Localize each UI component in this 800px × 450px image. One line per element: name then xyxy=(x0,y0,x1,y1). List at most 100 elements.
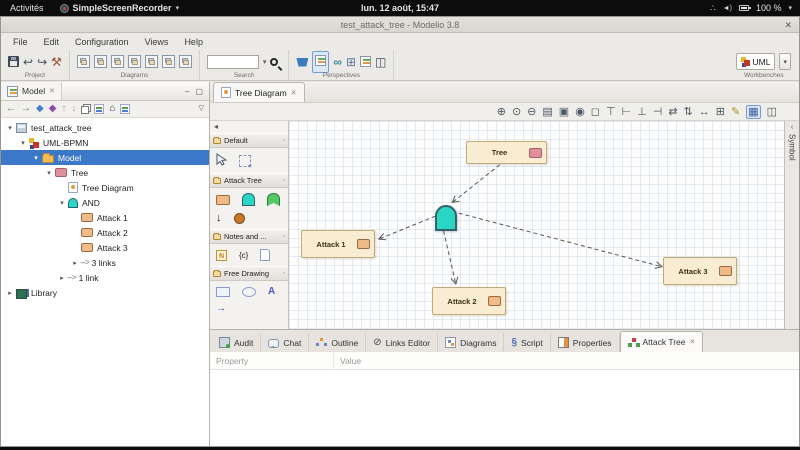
pin-icon[interactable]: ◦ xyxy=(283,233,285,240)
expander-icon[interactable]: ▾ xyxy=(57,199,67,207)
style-editor-icon[interactable]: ✎ xyxy=(731,106,740,118)
zoom-original-icon[interactable]: ⊙ xyxy=(512,106,521,118)
tab-properties[interactable]: Properties xyxy=(551,333,620,352)
menu-configuration[interactable]: Configuration xyxy=(67,37,137,47)
window-close-button[interactable]: ✕ xyxy=(784,17,792,33)
palette-section-attack-tree[interactable]: Attack Tree ◦ xyxy=(210,173,288,188)
attack-tool-icon[interactable] xyxy=(216,195,230,205)
search-history-caret-icon[interactable]: ▾ xyxy=(263,58,267,66)
node-tree[interactable]: Tree xyxy=(466,141,547,164)
zoom-out-icon[interactable]: ⊖ xyxy=(527,106,536,118)
previous-selection-button[interactable]: ◆ xyxy=(36,104,44,114)
window-perspective-icon[interactable]: ◫ xyxy=(375,55,386,69)
recorder-menu[interactable]: SimpleScreenRecorder ▾ xyxy=(60,3,180,13)
align-top-icon[interactable]: ⊤ xyxy=(606,106,616,118)
palette-section-notes[interactable]: Notes and ... ◦ xyxy=(210,229,288,244)
tree-item-tree-diagram[interactable]: Tree Diagram xyxy=(1,180,209,195)
link-with-editor-icon[interactable] xyxy=(94,104,104,114)
node-attack-1[interactable]: Attack 1 xyxy=(301,230,375,258)
search-input[interactable] xyxy=(207,55,259,69)
panel-view-menu-icon[interactable]: ▽ xyxy=(199,104,204,114)
zoom-selection-icon[interactable]: ◻ xyxy=(591,106,600,118)
and-gate-shape[interactable] xyxy=(435,205,457,231)
tree-diagram-tab[interactable]: Tree Diagram ✕ xyxy=(213,82,305,102)
title-bar[interactable]: test_attack_tree - Modelio 3.8 ✕ xyxy=(1,17,799,33)
links-perspective-icon[interactable]: ∞ xyxy=(333,55,342,69)
pin-icon[interactable]: ◦ xyxy=(283,270,285,277)
panel-maximize-button[interactable]: ▢ xyxy=(195,87,203,96)
tree-item-and[interactable]: ▾ AND xyxy=(1,195,209,210)
marquee-tool-icon[interactable] xyxy=(239,155,251,167)
and-tool-icon[interactable] xyxy=(242,193,255,206)
toggle-grid-icon[interactable]: ▦ xyxy=(746,105,760,119)
screenshot-icon[interactable]: ◉ xyxy=(575,106,585,118)
tab-links-editor[interactable]: ⊘ Links Editor xyxy=(366,333,438,352)
save-diagram-icon[interactable]: ▣ xyxy=(559,106,569,118)
model-tab[interactable]: Model ✕ xyxy=(1,82,62,100)
link-tool-icon[interactable]: ↓ xyxy=(216,212,222,224)
state-diagram-icon[interactable] xyxy=(162,55,175,68)
activity-diagram-icon[interactable] xyxy=(145,55,158,68)
perspective-model-active[interactable] xyxy=(312,51,329,73)
tree-item-1-link[interactable]: ▸ ---> 1 link xyxy=(1,270,209,285)
move-up-button[interactable]: ↑ xyxy=(61,104,66,114)
tree-item-project[interactable]: ▾ test_attack_tree xyxy=(1,120,209,135)
expander-icon[interactable]: ▸ xyxy=(70,259,80,267)
document-tool-icon[interactable] xyxy=(260,249,270,261)
pin-icon[interactable]: ◦ xyxy=(283,177,285,184)
tree-item-library[interactable]: ▸ Library xyxy=(1,285,209,300)
system-menu-caret-icon[interactable]: ▾ xyxy=(788,4,792,12)
table-perspective-icon[interactable]: ⊞ xyxy=(346,55,356,69)
tab-diagrams[interactable]: Diagrams xyxy=(438,333,504,352)
node-attack-2[interactable]: Attack 2 xyxy=(432,287,506,315)
expander-icon[interactable]: ▾ xyxy=(5,124,15,132)
node-tool-icon[interactable] xyxy=(234,213,245,224)
property-table-body[interactable] xyxy=(210,370,799,446)
ellipse-tool-icon[interactable] xyxy=(242,287,256,297)
tab-audit[interactable]: Audit xyxy=(212,333,261,352)
column-value[interactable]: Value xyxy=(334,356,361,366)
column-property[interactable]: Property xyxy=(210,352,334,369)
node-attack-3[interactable]: Attack 3 xyxy=(663,257,737,285)
symbol-side-tab[interactable]: ‹ Symbol xyxy=(784,121,799,329)
tree-item-tree[interactable]: ▾ Tree xyxy=(1,165,209,180)
redo-icon[interactable]: ↪ xyxy=(37,55,47,69)
tab-attack-tree[interactable]: Attack Tree ✕ xyxy=(620,331,704,352)
battery-icon[interactable] xyxy=(739,5,749,11)
move-down-button[interactable]: ↓ xyxy=(71,104,76,114)
expander-icon[interactable]: ▾ xyxy=(18,139,28,147)
tree-item-attack-1[interactable]: Attack 1 xyxy=(1,210,209,225)
expander-icon[interactable]: ▾ xyxy=(44,169,54,177)
diagram-overview-icon[interactable]: ◫ xyxy=(767,106,777,118)
tab-close-icon[interactable]: ✕ xyxy=(690,338,696,346)
workbench-dropdown[interactable]: ▾ xyxy=(779,53,791,70)
tab-chat[interactable]: Chat xyxy=(261,333,309,352)
deployment-diagram-icon[interactable] xyxy=(128,55,141,68)
expander-icon[interactable]: ▾ xyxy=(31,154,41,162)
menu-edit[interactable]: Edit xyxy=(36,37,68,47)
same-size-icon[interactable]: ↔ xyxy=(699,106,710,118)
expander-icon[interactable]: ▸ xyxy=(5,289,15,297)
home-button[interactable]: ⌂ xyxy=(109,104,115,114)
pin-icon[interactable]: ◦ xyxy=(283,137,285,144)
tree-item-uml-bpmn[interactable]: ▾ UML-BPMN xyxy=(1,135,209,150)
network-icon[interactable]: ∴ xyxy=(710,3,716,14)
tree-item-3-links[interactable]: ▸ ---> 3 links xyxy=(1,255,209,270)
undo-icon[interactable]: ↩ xyxy=(23,55,33,69)
tree-item-model[interactable]: ▾ Model xyxy=(1,150,209,165)
rectangle-tool-icon[interactable] xyxy=(216,287,230,297)
palette-collapse-icon[interactable]: ◂ xyxy=(210,121,288,133)
zoom-in-icon[interactable]: ⊕ xyxy=(497,106,506,118)
distribute-horizontal-icon[interactable]: ⇄ xyxy=(668,106,677,118)
workbench-selector[interactable]: UML xyxy=(736,53,776,70)
nav-forward-button[interactable]: → xyxy=(21,104,31,114)
diagram-tab-close-icon[interactable]: ✕ xyxy=(291,89,297,97)
expander-icon[interactable]: ▸ xyxy=(57,274,67,282)
settings-tools-icon[interactable]: ⚒ xyxy=(51,55,62,69)
line-tool-icon[interactable]: → xyxy=(216,303,226,314)
volume-icon[interactable]: ◄) xyxy=(723,5,732,12)
menu-file[interactable]: File xyxy=(5,37,36,47)
sync-tree-icon[interactable] xyxy=(120,104,130,114)
palette-section-default[interactable]: Default ◦ xyxy=(210,133,288,148)
print-icon[interactable]: ▤ xyxy=(542,106,552,118)
